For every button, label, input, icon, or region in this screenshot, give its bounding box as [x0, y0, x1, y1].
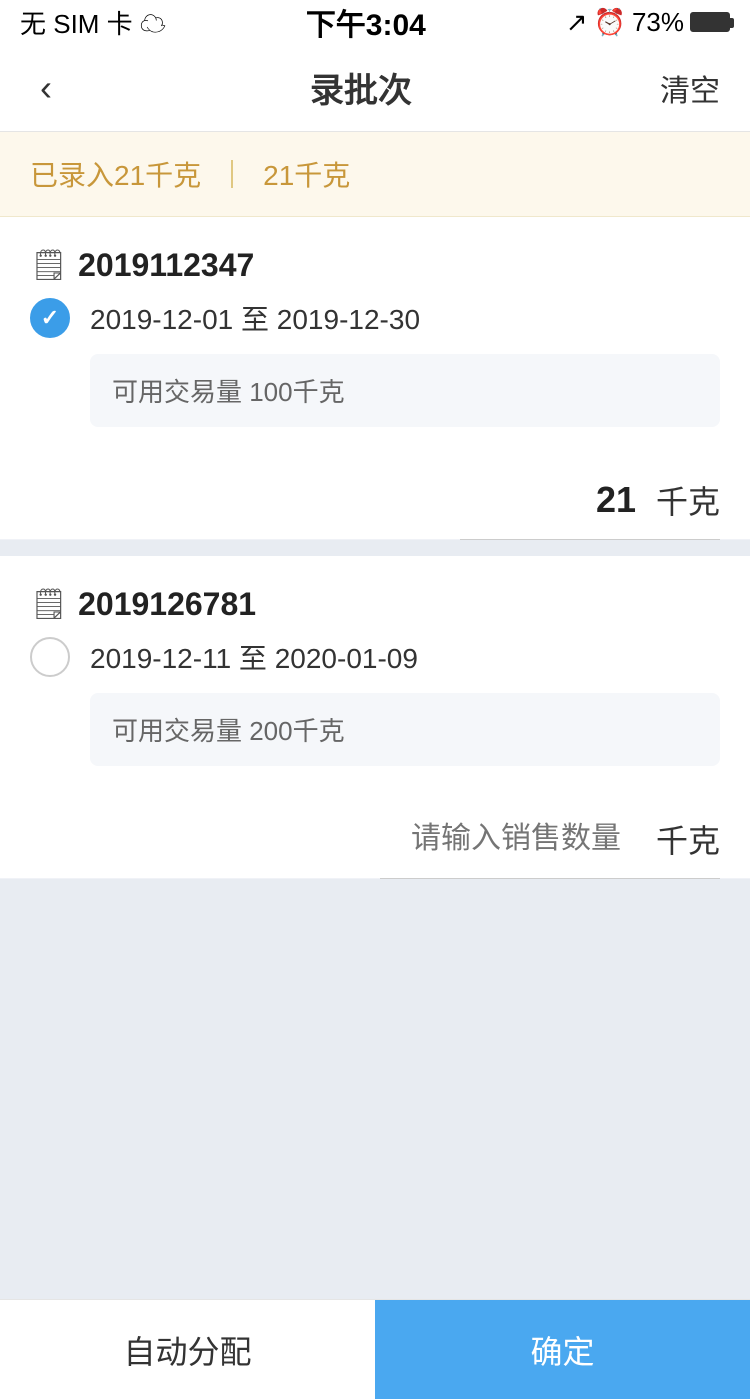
summary-divider	[231, 160, 233, 188]
status-bar: 无 SIM 卡 ☁ 下午3:04 ↗ ⏰ 73%	[0, 0, 750, 44]
alarm-icon: ⏰	[594, 7, 626, 38]
quantity-section-1: 21 千克	[0, 457, 750, 540]
batch-radio-1[interactable]	[30, 298, 70, 338]
battery-percent: 73%	[632, 7, 684, 38]
batch-available-2: 可用交易量 200千克	[90, 693, 720, 766]
input-row-2: 千克	[0, 796, 750, 878]
qty-input-2[interactable]	[250, 822, 636, 856]
batch-doc-icon-1: 🗒	[30, 248, 68, 283]
recorded-amount: 已录入21千克	[30, 154, 201, 194]
batch-doc-icon-2: 🗒	[30, 587, 68, 622]
status-right: ↗ ⏰ 73%	[566, 7, 730, 38]
total-amount: 21千克	[263, 154, 350, 194]
status-left: 无 SIM 卡 ☁	[20, 4, 166, 41]
batch-date-2: 2019-12-11 至 2020-01-09	[90, 637, 418, 677]
batch-date-row-2: 2019-12-11 至 2020-01-09	[30, 637, 720, 677]
clear-button[interactable]: 清空	[660, 66, 720, 110]
status-time: 下午3:04	[306, 0, 426, 44]
qty-value-1: 21	[576, 479, 636, 521]
batch-available-1: 可用交易量 100千克	[90, 354, 720, 427]
batch-card-1: 🗒 2019112347 2019-12-01 至 2019-12-30 可用交…	[0, 217, 750, 457]
back-button[interactable]: ‹	[30, 57, 62, 119]
batch-header-1: 🗒 2019112347	[30, 247, 720, 284]
batch-date-1: 2019-12-01 至 2019-12-30	[90, 298, 420, 338]
batch-date-row-1: 2019-12-01 至 2019-12-30	[30, 298, 720, 338]
input-unit-2: 千克	[656, 816, 720, 862]
confirm-button[interactable]: 确定	[375, 1300, 750, 1399]
location-icon: ↗	[566, 7, 588, 38]
qty-unit-1: 千克	[656, 477, 720, 523]
gray-spacer	[0, 879, 750, 1299]
summary-banner: 已录入21千克 21千克	[0, 132, 750, 217]
batch-header-2: 🗒 2019126781	[30, 586, 720, 623]
battery-icon	[690, 12, 730, 32]
auto-distribute-button[interactable]: 自动分配	[0, 1300, 375, 1399]
batch-id-1: 2019112347	[78, 247, 254, 284]
nav-bar: ‹ 录批次 清空	[0, 44, 750, 132]
page-title: 录批次	[310, 63, 412, 112]
batch-id-2: 2019126781	[78, 586, 256, 623]
section-separator	[0, 540, 750, 556]
batch-card-2: 🗒 2019126781 2019-12-11 至 2020-01-09 可用交…	[0, 556, 750, 796]
input-section-2: 千克	[0, 796, 750, 879]
sim-label: 无 SIM 卡 ☁	[20, 4, 166, 41]
batch-radio-2[interactable]	[30, 637, 70, 677]
bottom-bar: 自动分配 确定	[0, 1299, 750, 1399]
qty-row-1: 21 千克	[0, 457, 750, 539]
